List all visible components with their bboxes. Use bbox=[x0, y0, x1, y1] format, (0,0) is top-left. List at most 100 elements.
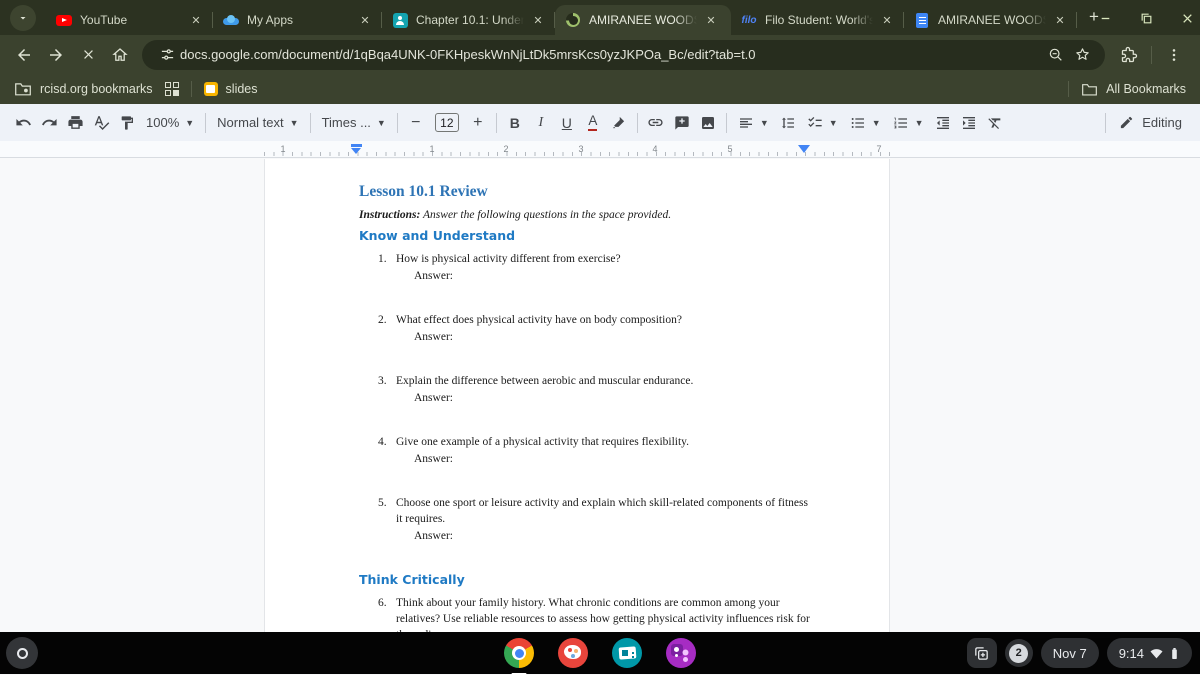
clear-formatting-button[interactable] bbox=[982, 109, 1008, 137]
increase-font-button[interactable]: + bbox=[465, 109, 491, 137]
omnibox[interactable]: docs.google.com/document/d/1qBqa4UNK-0FK… bbox=[142, 40, 1105, 70]
home-button[interactable] bbox=[104, 39, 136, 71]
decrease-indent-button[interactable] bbox=[930, 109, 956, 137]
apps-grid-icon[interactable] bbox=[165, 82, 179, 96]
print-button[interactable] bbox=[62, 109, 88, 137]
insert-link-button[interactable] bbox=[643, 109, 669, 137]
managed-folder-icon bbox=[14, 81, 32, 97]
bookmark-slides[interactable]: slides bbox=[204, 82, 258, 96]
close-tab-icon[interactable]: ✕ bbox=[1052, 12, 1068, 28]
question-number: 5. bbox=[378, 495, 396, 527]
question-text: What effect does physical activity have … bbox=[396, 312, 682, 328]
text-color-button[interactable]: A bbox=[580, 109, 606, 137]
toolbar-separator bbox=[310, 113, 311, 133]
question-text: Give one example of a physical activity … bbox=[396, 434, 689, 450]
bookmark-star-icon[interactable] bbox=[1069, 42, 1095, 68]
font-family-select[interactable]: Times ...▼ bbox=[316, 109, 392, 137]
caret-icon: ▼ bbox=[290, 118, 299, 128]
document-area: Lesson 10.1 Review Instructions: Answer … bbox=[0, 159, 1200, 674]
shelf-app-screencast[interactable] bbox=[612, 638, 642, 668]
paint-format-button[interactable] bbox=[114, 109, 140, 137]
editing-mode-button[interactable]: Editing bbox=[1100, 113, 1192, 133]
tab-search-button[interactable] bbox=[10, 5, 36, 31]
align-left-icon bbox=[738, 115, 754, 131]
add-comment-button[interactable] bbox=[669, 109, 695, 137]
tab-amiranee-active[interactable]: AMIRANEE WOODS - C ✕ bbox=[555, 5, 731, 35]
time-label: 9:14 bbox=[1119, 646, 1144, 661]
align-button[interactable]: ▼ bbox=[732, 109, 775, 137]
italic-button[interactable]: I bbox=[528, 109, 554, 137]
site-info-icon[interactable] bbox=[154, 42, 180, 68]
tab-amiranee-docs[interactable]: AMIRANEE WOODS - C ✕ bbox=[904, 5, 1076, 35]
browser-menu-button[interactable] bbox=[1158, 39, 1190, 71]
bulleted-list-icon bbox=[850, 115, 866, 131]
screen-capture-button[interactable] bbox=[967, 638, 997, 668]
stop-reload-button[interactable] bbox=[72, 39, 104, 71]
zoom-page-icon[interactable] bbox=[1043, 42, 1069, 68]
tab-my-apps[interactable]: My Apps ✕ bbox=[213, 5, 381, 35]
paragraph-style-select[interactable]: Normal text ▼ bbox=[211, 109, 304, 137]
editing-label: Editing bbox=[1142, 115, 1182, 130]
spellcheck-icon bbox=[93, 114, 110, 131]
bookmark-folder-rcisd[interactable]: rcisd.org bookmarks bbox=[14, 81, 153, 97]
person-badge-icon bbox=[392, 12, 408, 28]
filo-logo-icon: filo bbox=[741, 12, 757, 28]
highlight-button[interactable] bbox=[606, 109, 632, 137]
shelf-app-people[interactable] bbox=[666, 638, 696, 668]
chromeos-shelf: 2 Nov 7 9:14 bbox=[0, 632, 1200, 674]
question-block-5: 5.Choose one sport or leisure activity a… bbox=[359, 495, 849, 544]
shelf-app-chrome[interactable] bbox=[504, 638, 534, 668]
font-size-input[interactable]: 12 bbox=[435, 113, 459, 132]
left-indent-marker[interactable] bbox=[351, 144, 362, 154]
section-heading-think: Think Critically bbox=[359, 572, 849, 587]
close-tab-icon[interactable]: ✕ bbox=[357, 12, 373, 28]
minimize-icon[interactable] bbox=[1099, 12, 1112, 25]
numbered-list-button[interactable]: ▼ bbox=[887, 109, 930, 137]
bold-button[interactable]: B bbox=[502, 109, 528, 137]
google-docs-icon bbox=[914, 12, 930, 28]
doc-title: Lesson 10.1 Review bbox=[359, 183, 849, 201]
notification-counter[interactable]: 2 bbox=[1005, 639, 1033, 667]
close-tab-icon[interactable]: ✕ bbox=[530, 12, 546, 28]
close-tab-icon[interactable]: ✕ bbox=[188, 12, 204, 28]
zoom-select[interactable]: 100%▼ bbox=[140, 109, 200, 137]
spellcheck-button[interactable] bbox=[88, 109, 114, 137]
insert-image-button[interactable] bbox=[695, 109, 721, 137]
indent-icon bbox=[961, 115, 977, 131]
answer-label: Answer: bbox=[414, 390, 849, 406]
line-spacing-button[interactable] bbox=[775, 109, 801, 137]
back-button[interactable] bbox=[8, 39, 40, 71]
all-bookmarks-button[interactable]: All Bookmarks bbox=[1081, 82, 1186, 97]
undo-button[interactable] bbox=[10, 109, 36, 137]
close-tab-icon[interactable]: ✕ bbox=[703, 12, 719, 28]
checklist-button[interactable]: ▼ bbox=[801, 109, 844, 137]
stop-x-icon bbox=[81, 47, 96, 62]
instructions-text: Answer the following questions in the sp… bbox=[420, 209, 671, 221]
url-text[interactable]: docs.google.com/document/d/1qBqa4UNK-0FK… bbox=[180, 47, 1043, 62]
new-tab-button[interactable]: + bbox=[1089, 7, 1099, 27]
increase-indent-button[interactable] bbox=[956, 109, 982, 137]
question-block-3: 3.Explain the difference between aerobic… bbox=[359, 373, 849, 406]
tab-chapter[interactable]: Chapter 10.1: Underst ✕ bbox=[382, 5, 554, 35]
shelf-apps bbox=[504, 638, 696, 668]
right-indent-marker[interactable] bbox=[798, 145, 810, 153]
decrease-font-button[interactable]: − bbox=[403, 109, 429, 137]
redo-button[interactable] bbox=[36, 109, 62, 137]
tab-filo[interactable]: filo Filo Student: World's C ✕ bbox=[731, 5, 903, 35]
all-bookmarks-label: All Bookmarks bbox=[1106, 82, 1186, 96]
restore-icon[interactable] bbox=[1140, 12, 1153, 25]
bulleted-list-button[interactable]: ▼ bbox=[844, 109, 887, 137]
tab-youtube[interactable]: YouTube ✕ bbox=[46, 5, 212, 35]
style-value: Normal text bbox=[217, 115, 283, 130]
date-button[interactable]: Nov 7 bbox=[1041, 638, 1099, 668]
extensions-button[interactable] bbox=[1113, 39, 1145, 71]
forward-button[interactable] bbox=[40, 39, 72, 71]
redo-icon bbox=[41, 114, 58, 131]
underline-button[interactable]: U bbox=[554, 109, 580, 137]
close-window-icon[interactable] bbox=[1181, 12, 1194, 25]
status-tray[interactable]: 9:14 bbox=[1107, 638, 1192, 668]
close-tab-icon[interactable]: ✕ bbox=[879, 12, 895, 28]
launcher-button[interactable] bbox=[6, 637, 38, 669]
document-page[interactable]: Lesson 10.1 Review Instructions: Answer … bbox=[264, 159, 890, 674]
shelf-app-canvas[interactable] bbox=[558, 638, 588, 668]
